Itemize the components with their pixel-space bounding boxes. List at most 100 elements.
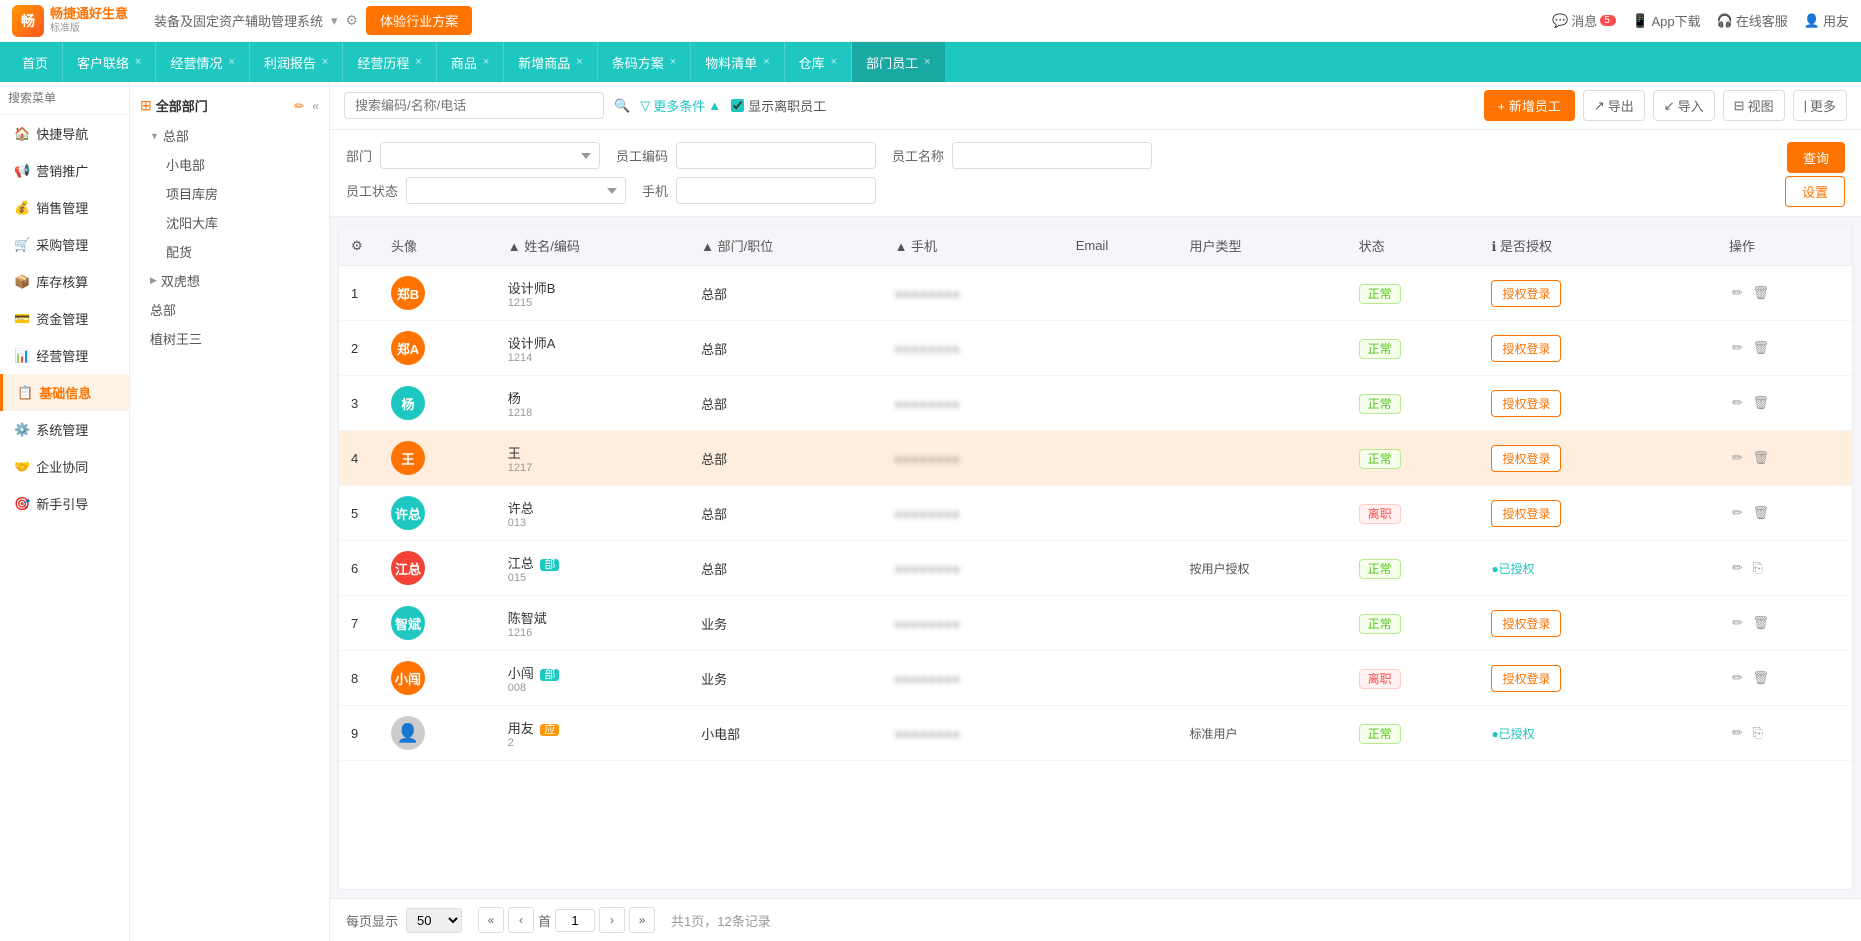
settings-icon[interactable]: ⚙ — [346, 12, 359, 29]
edit-icon[interactable]: ✏ — [1732, 285, 1743, 300]
sidebar-item-sales[interactable]: 💰 销售管理 — [0, 189, 129, 226]
auth-login-button[interactable]: 授权登录 — [1491, 335, 1561, 362]
sidebar-item-marketing[interactable]: 📢 营销推广 — [0, 152, 129, 189]
col-phone[interactable]: ▲ 手机 — [883, 226, 1064, 266]
view-button[interactable]: ⊟ 视图 — [1723, 90, 1785, 121]
edit-icon[interactable]: ✏ — [1732, 725, 1743, 740]
dept-node-xiaodiandu[interactable]: 小电部 — [130, 150, 329, 179]
prev-page-button[interactable]: ‹ — [508, 907, 534, 933]
app-download-button[interactable]: 📱 App下载 — [1632, 11, 1700, 30]
auth-login-button[interactable]: 授权登录 — [1491, 500, 1561, 527]
copy-icon[interactable]: ⎘ — [1753, 725, 1763, 740]
close-tab-employees[interactable]: × — [924, 56, 930, 68]
close-tab-goods[interactable]: × — [483, 56, 489, 68]
emp-name-input[interactable] — [952, 142, 1152, 169]
next-page-button[interactable]: › — [599, 907, 625, 933]
add-employee-button[interactable]: + 新增员工 — [1484, 90, 1575, 121]
tab-business[interactable]: 经营情况 × — [156, 42, 249, 82]
dept-node-shenyang[interactable]: 沈阳大库 — [130, 208, 329, 237]
emp-code-input[interactable] — [676, 142, 876, 169]
more-actions-button[interactable]: | 更多 — [1793, 90, 1847, 121]
tab-customer[interactable]: 客户联络 × — [63, 42, 156, 82]
delete-icon[interactable]: 🗑 — [1753, 395, 1770, 410]
dept-node-project[interactable]: 项目库房 — [130, 179, 329, 208]
dept-node-zhishu[interactable]: 植树王三 — [130, 324, 329, 353]
sidebar-item-guide[interactable]: 🎯 新手引导 — [0, 485, 129, 522]
first-page-button[interactable]: « — [478, 907, 504, 933]
edit-icon[interactable]: ✏ — [1732, 505, 1743, 520]
close-tab-business[interactable]: × — [228, 56, 234, 68]
sidebar-item-collab[interactable]: 🤝 企业协同 — [0, 448, 129, 485]
page-number-input[interactable] — [555, 909, 595, 932]
delete-icon[interactable]: 🗑 — [1753, 505, 1770, 520]
phone-input[interactable] — [676, 177, 876, 204]
auth-login-button[interactable]: 授权登录 — [1491, 390, 1561, 417]
search-input[interactable] — [344, 92, 604, 119]
sidebar-item-purchase[interactable]: 🛒 采购管理 — [0, 226, 129, 263]
col-name[interactable]: ▲ 姓名/编码 — [496, 226, 689, 266]
tab-new-goods[interactable]: 新增商品 × — [504, 42, 597, 82]
tab-goods[interactable]: 商品 × — [437, 42, 504, 82]
dept-node-zongbu2[interactable]: 总部 — [130, 295, 329, 324]
delete-icon[interactable]: 🗑 — [1753, 670, 1770, 685]
more-filter-button[interactable]: ▽ 更多条件 ▲ — [640, 96, 721, 115]
page-size-select[interactable]: 50 10 20 100 — [406, 908, 462, 933]
close-tab-barcode[interactable]: × — [670, 56, 676, 68]
delete-icon[interactable]: 🗑 — [1753, 615, 1770, 630]
close-tab-new-goods[interactable]: × — [576, 56, 582, 68]
col-dept[interactable]: ▲ 部门/职位 — [689, 226, 882, 266]
close-tab-journey[interactable]: × — [415, 56, 421, 68]
close-tab-bom[interactable]: × — [763, 56, 769, 68]
show-retired-toggle[interactable]: 显示离职员工 — [731, 96, 826, 115]
delete-icon[interactable]: 🗑 — [1753, 340, 1770, 355]
emp-status-select[interactable] — [406, 177, 626, 204]
sidebar-item-system[interactable]: ⚙️ 系统管理 — [0, 411, 129, 448]
tab-barcode[interactable]: 条码方案 × — [598, 42, 691, 82]
edit-icon[interactable]: ✏ — [1732, 670, 1743, 685]
dept-node-zongbu-parent[interactable]: ▼ 总部 — [130, 121, 329, 150]
query-button[interactable]: 查询 — [1787, 142, 1845, 173]
message-button[interactable]: 💬 消息 5 — [1552, 11, 1616, 30]
auth-login-button[interactable]: 授权登录 — [1491, 665, 1561, 692]
export-button[interactable]: ↗ 导出 — [1583, 90, 1645, 121]
sidebar-item-finance[interactable]: 💳 资金管理 — [0, 300, 129, 337]
last-page-button[interactable]: » — [629, 907, 655, 933]
tab-profit[interactable]: 利润报告 × — [250, 42, 343, 82]
close-tab-customer[interactable]: × — [135, 56, 141, 68]
tab-employees[interactable]: 部门员工 × — [852, 42, 945, 82]
edit-icon[interactable]: ✏ — [1732, 450, 1743, 465]
dept-collapse-icon[interactable]: « — [312, 99, 319, 113]
sidebar-item-quick-nav[interactable]: 🏠 快捷导航 — [0, 115, 129, 152]
delete-icon[interactable]: 🗑 — [1753, 285, 1770, 300]
delete-icon[interactable]: 🗑 — [1753, 450, 1770, 465]
auth-login-button[interactable]: 授权登录 — [1491, 280, 1561, 307]
search-button[interactable]: 🔍 — [614, 98, 630, 114]
user-avatar[interactable]: 👤 用友 — [1804, 11, 1849, 30]
col-settings[interactable]: ⚙ — [339, 226, 379, 266]
sidebar-search-input[interactable] — [8, 91, 130, 105]
edit-icon[interactable]: ✏ — [1732, 340, 1743, 355]
close-tab-profit[interactable]: × — [322, 56, 328, 68]
set-button[interactable]: 设置 — [1785, 176, 1845, 207]
tab-warehouse[interactable]: 仓库 × — [785, 42, 852, 82]
dept-node-peihuo[interactable]: 配货 — [130, 237, 329, 266]
tab-home[interactable]: 首页 — [8, 42, 63, 82]
dept-edit-icon[interactable]: ✏ — [294, 99, 304, 113]
close-tab-warehouse[interactable]: × — [831, 56, 837, 68]
edit-icon[interactable]: ✏ — [1732, 395, 1743, 410]
edit-icon[interactable]: ✏ — [1732, 560, 1743, 575]
auth-login-button[interactable]: 授权登录 — [1491, 445, 1561, 472]
try-plan-button[interactable]: 体验行业方案 — [366, 6, 472, 35]
sidebar-item-inventory[interactable]: 📦 库存核算 — [0, 263, 129, 300]
auth-login-button[interactable]: 授权登录 — [1491, 610, 1561, 637]
sidebar-item-basic-info[interactable]: 📋 基础信息 — [0, 374, 129, 411]
edit-icon[interactable]: ✏ — [1732, 615, 1743, 630]
tab-journey[interactable]: 经营历程 × — [343, 42, 436, 82]
online-service-button[interactable]: 🎧 在线客服 — [1717, 11, 1788, 30]
copy-icon[interactable]: ⎘ — [1753, 560, 1763, 575]
dept-filter-select[interactable] — [380, 142, 600, 169]
tab-bom[interactable]: 物料清单 × — [691, 42, 784, 82]
import-button[interactable]: ↙ 导入 — [1653, 90, 1715, 121]
dropdown-icon[interactable]: ▾ — [331, 13, 338, 29]
sidebar-item-business-mgmt[interactable]: 📊 经营管理 — [0, 337, 129, 374]
